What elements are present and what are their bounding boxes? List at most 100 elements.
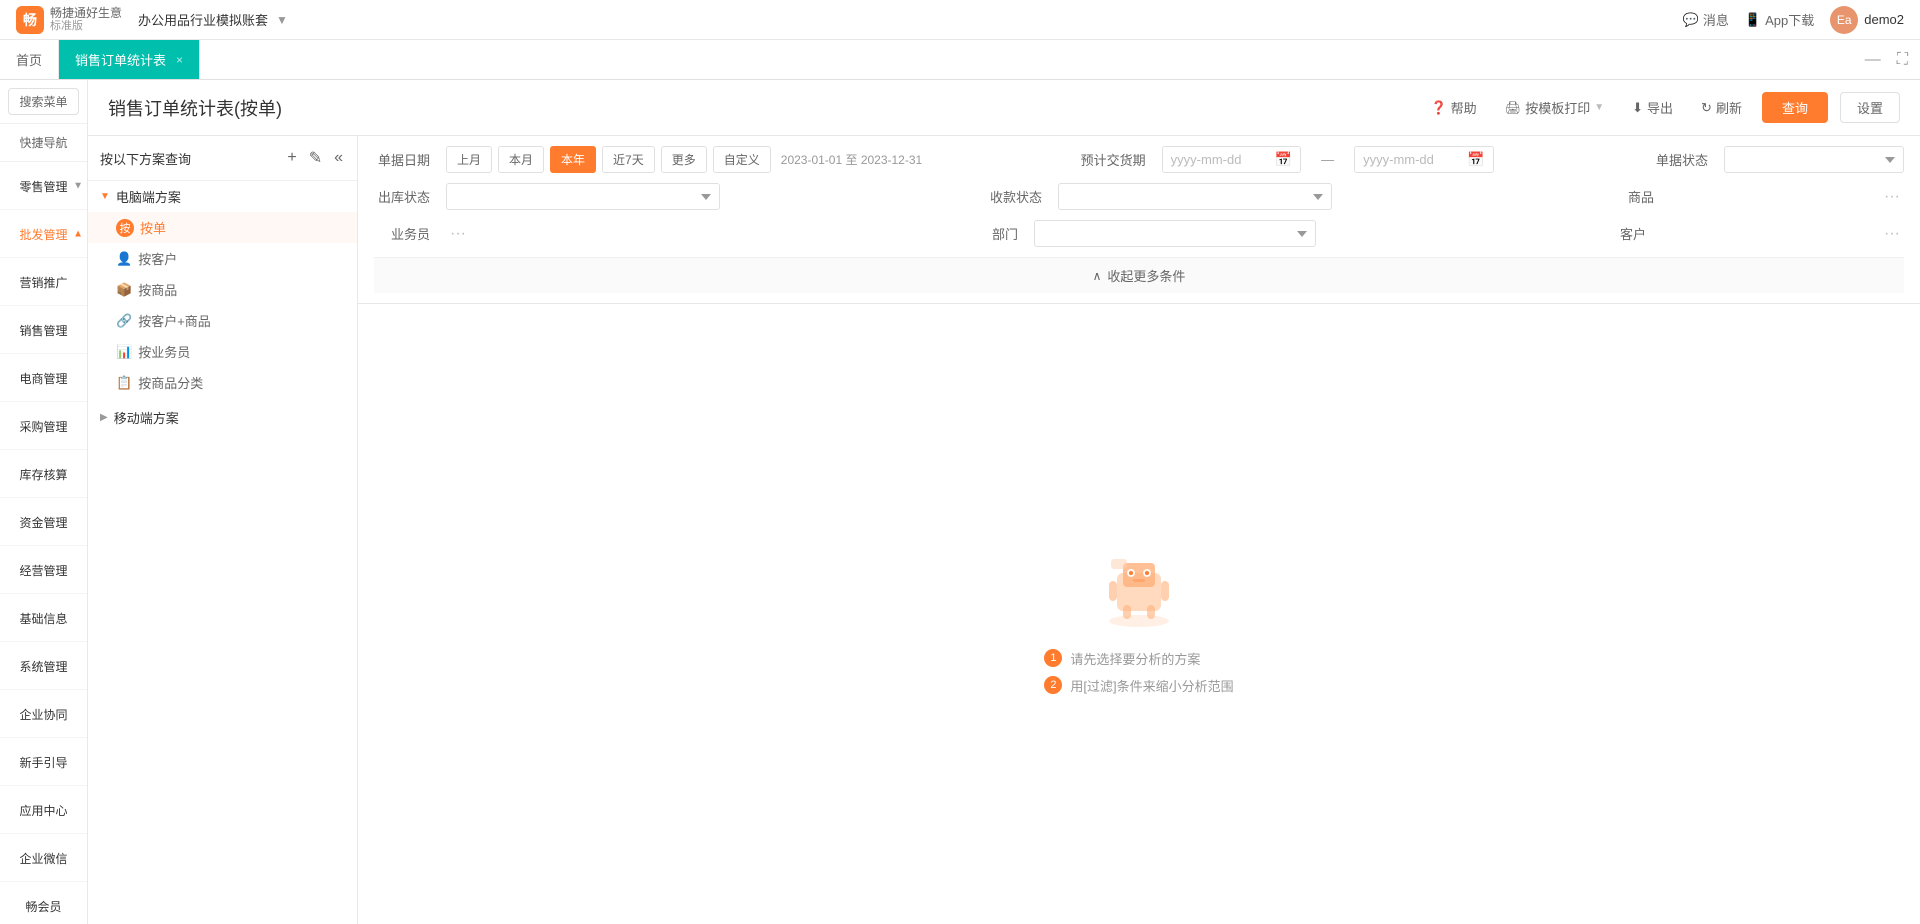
sidebar-item-ecommerce-label: 电商管理 xyxy=(19,370,67,387)
sidebar-item-enterprise[interactable]: 企业协同 xyxy=(0,690,87,738)
this-month-btn[interactable]: 本月 xyxy=(498,146,544,173)
collapse-bar[interactable]: ∧ 收起更多条件 xyxy=(374,257,1904,293)
customer-dots-button[interactable]: ··· xyxy=(1880,225,1904,243)
sidebar-item-app-center[interactable]: 应用中心 xyxy=(0,786,87,834)
app-download-button[interactable]: 📱 App下载 xyxy=(1745,10,1814,29)
this-year-btn[interactable]: 本年 xyxy=(550,146,596,173)
tip-num-2: 2 xyxy=(1044,676,1062,694)
help-button[interactable]: ❓ 帮助 xyxy=(1422,94,1484,121)
ship-status-label: 出库状态 xyxy=(374,187,430,206)
pc-section-header[interactable]: ▼ 电脑端方案 xyxy=(88,181,357,212)
sidebar-item-app-center-label: 应用中心 xyxy=(19,802,67,819)
sidebar-item-purchase-label: 采购管理 xyxy=(19,418,67,435)
search-menu-button[interactable]: 搜索菜单 xyxy=(8,88,79,115)
quick-nav-button[interactable]: 快捷导航 xyxy=(0,128,87,157)
sidebar-item-finance[interactable]: 资金管理 xyxy=(0,498,87,546)
tab-home[interactable]: 首页 xyxy=(0,40,59,79)
export-button[interactable]: ⬇ 导出 xyxy=(1624,94,1681,121)
by-order-icon: 按 xyxy=(116,219,134,237)
sidebar-item-sales[interactable]: 销售管理 xyxy=(0,306,87,354)
sidebar-item-basic-info[interactable]: 基础信息 xyxy=(0,594,87,642)
date-range-dash: — xyxy=(1321,152,1334,167)
sidebar-item-onboarding[interactable]: 新手引导 xyxy=(0,738,87,786)
scheme-by-salesperson[interactable]: 📊 按业务员 xyxy=(88,336,357,367)
goods-label: 商品 xyxy=(1598,187,1654,206)
sidebar-item-finance-label: 资金管理 xyxy=(19,514,67,531)
delivery-end-date[interactable]: 📅 xyxy=(1354,146,1493,173)
tab-close-button[interactable]: × xyxy=(176,53,183,67)
sidebar-item-member[interactable]: 畅会员 xyxy=(0,882,87,924)
scheme-by-order[interactable]: 按 按单 xyxy=(88,212,357,243)
refresh-button[interactable]: ↻ 刷新 xyxy=(1693,94,1750,121)
calendar-icon-1[interactable]: 📅 xyxy=(1275,151,1292,168)
page-title: 销售订单统计表(按单) xyxy=(108,95,282,121)
scheme-by-customer-goods[interactable]: 🔗 按客户+商品 xyxy=(88,305,357,336)
delivery-end-input[interactable] xyxy=(1363,152,1463,167)
user-profile[interactable]: Ea demo2 xyxy=(1830,6,1904,34)
tab-bar: 首页 销售订单统计表 × — ⛶ xyxy=(0,40,1920,80)
breadcrumb-title: 办公用品行业模拟账套 xyxy=(138,10,268,29)
sidebar-item-system[interactable]: 系统管理 xyxy=(0,642,87,690)
dept-select[interactable] xyxy=(1034,220,1316,247)
goods-dots-button[interactable]: ··· xyxy=(1880,188,1904,206)
tab-sales-stats-label: 销售订单统计表 xyxy=(75,50,166,69)
pc-section-arrow: ▼ xyxy=(100,191,110,202)
scheme-by-category[interactable]: 📋 按商品分类 xyxy=(88,367,357,398)
message-button[interactable]: 💬 消息 xyxy=(1683,10,1729,29)
tip-num-1: 1 xyxy=(1044,649,1062,667)
sidebar-item-purchase[interactable]: 采购管理 xyxy=(0,402,87,450)
sidebar-item-inventory-label: 库存核算 xyxy=(19,466,67,483)
page-actions: ❓ 帮助 🖨 按模板打印 ▼ ⬇ 导出 ↻ 刷新 查询 xyxy=(1422,92,1900,123)
export-icon: ⬇ xyxy=(1632,100,1643,116)
sidebar-item-wholesale[interactable]: 批发管理 ▲ xyxy=(0,210,87,258)
tab-maximize-button[interactable]: ⛶ xyxy=(1893,49,1912,71)
prev-month-btn[interactable]: 上月 xyxy=(446,146,492,173)
sidebar-item-ecommerce[interactable]: 电商管理 xyxy=(0,354,87,402)
empty-tips: 1 请先选择要分析的方案 2 用[过滤]条件来缩小分析范围 xyxy=(1044,649,1233,695)
sidebar-item-system-label: 系统管理 xyxy=(19,658,67,675)
tab-minimize-button[interactable]: — xyxy=(1861,49,1885,71)
mobile-section-label: 移动端方案 xyxy=(114,408,179,427)
tab-bar-actions: — ⛶ xyxy=(1853,40,1920,79)
calendar-icon-2[interactable]: 📅 xyxy=(1467,151,1484,168)
scheme-by-goods[interactable]: 📦 按商品 xyxy=(88,274,357,305)
sidebar-item-inventory[interactable]: 库存核算 xyxy=(0,450,87,498)
sidebar-item-retail[interactable]: 零售管理 ▼ xyxy=(0,162,87,210)
scheme-by-salesperson-label: 按业务员 xyxy=(138,342,190,361)
sidebar-wholesale-arrow: ▲ xyxy=(73,228,83,239)
mobile-section-header[interactable]: ▶ 移动端方案 xyxy=(88,402,357,433)
breadcrumb-arrow[interactable]: ▼ xyxy=(276,13,288,27)
custom-btn[interactable]: 自定义 xyxy=(713,146,771,173)
edit-scheme-button[interactable]: ✎ xyxy=(307,146,324,170)
sidebar-item-wechat[interactable]: 企业微信 xyxy=(0,834,87,882)
sidebar-retail-arrow: ▼ xyxy=(73,180,83,191)
top-bar-left: 畅 畅捷通好生意 标准版 办公用品行业模拟账套 ▼ xyxy=(16,6,288,34)
query-button[interactable]: 查询 xyxy=(1762,92,1828,123)
by-goods-icon: 📦 xyxy=(116,282,132,298)
ship-status-select[interactable] xyxy=(446,183,720,210)
7days-btn[interactable]: 近7天 xyxy=(602,146,655,173)
add-scheme-button[interactable]: + xyxy=(285,147,298,169)
scheme-by-customer[interactable]: 👤 按客户 xyxy=(88,243,357,274)
collapse-panel-button[interactable]: « xyxy=(332,147,345,169)
status-select[interactable] xyxy=(1724,146,1904,173)
delivery-date-label: 预计交货期 xyxy=(1081,150,1146,169)
page-header: 销售订单统计表(按单) ❓ 帮助 🖨 按模板打印 ▼ ⬇ 导出 ↻ 刷新 xyxy=(88,80,1920,136)
filter-row-3: 业务员 ··· 部门 客户 ··· xyxy=(374,220,1904,247)
sidebar-item-operations[interactable]: 经营管理 xyxy=(0,546,87,594)
template-print-button[interactable]: 🖨 按模板打印 ▼ xyxy=(1497,94,1612,121)
delivery-start-date[interactable]: 📅 xyxy=(1162,146,1301,173)
more-btn[interactable]: 更多 xyxy=(661,146,707,173)
scheme-by-customer-label: 按客户 xyxy=(138,249,177,268)
sidebar-item-marketing[interactable]: 营销推广 xyxy=(0,258,87,306)
settings-button[interactable]: 设置 xyxy=(1840,92,1900,123)
date-buttons-group: 上月 本月 本年 近7天 更多 自定义 2023-01-01 至 2023-12… xyxy=(446,146,922,173)
tab-home-label: 首页 xyxy=(16,50,42,69)
tab-sales-stats[interactable]: 销售订单统计表 × xyxy=(59,40,200,79)
delivery-start-input[interactable] xyxy=(1171,152,1271,167)
mobile-section-arrow: ▶ xyxy=(100,412,108,423)
scheme-by-order-label: 按单 xyxy=(140,218,166,237)
sidebar-nav-area: 快捷导航 xyxy=(0,124,87,162)
pay-status-select[interactable] xyxy=(1058,183,1332,210)
salesperson-dots-button[interactable]: ··· xyxy=(446,225,470,243)
